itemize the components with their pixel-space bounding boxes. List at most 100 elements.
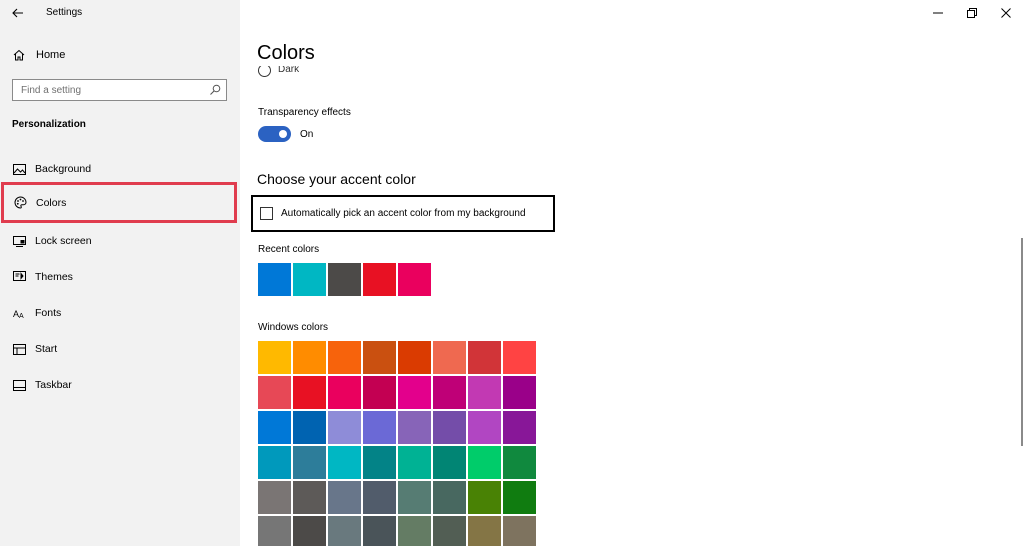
accent-heading: Choose your accent color <box>257 171 416 187</box>
transparency-toggle[interactable] <box>258 126 291 142</box>
sidebar: Settings Home Personalization Background <box>0 0 240 546</box>
color-swatch[interactable] <box>293 376 326 409</box>
dark-radio[interactable] <box>258 66 271 77</box>
color-swatch[interactable] <box>468 411 501 444</box>
sidebar-item-label: Fonts <box>35 307 62 319</box>
color-swatch[interactable] <box>293 411 326 444</box>
color-swatch[interactable] <box>398 481 431 514</box>
back-arrow-icon <box>12 8 23 18</box>
color-swatch[interactable] <box>258 481 291 514</box>
color-swatch[interactable] <box>293 446 326 479</box>
color-swatch[interactable] <box>433 446 466 479</box>
transparency-label: Transparency effects <box>258 107 351 118</box>
color-swatch[interactable] <box>293 481 326 514</box>
sidebar-item-lock-screen[interactable]: Lock screen <box>0 224 240 258</box>
color-swatch[interactable] <box>468 341 501 374</box>
palette-icon <box>13 196 27 210</box>
color-swatch[interactable] <box>398 411 431 444</box>
color-swatch[interactable] <box>258 411 291 444</box>
color-swatch[interactable] <box>258 263 291 296</box>
scrollbar[interactable] <box>1021 238 1023 446</box>
sidebar-item-fonts[interactable]: AA Fonts <box>0 296 240 330</box>
sidebar-item-background[interactable]: Background <box>0 152 240 186</box>
color-swatch[interactable] <box>328 411 361 444</box>
transparency-toggle-row: On <box>258 126 313 142</box>
section-heading: Personalization <box>12 119 86 130</box>
windows-colors-label: Windows colors <box>258 322 329 333</box>
color-swatch[interactable] <box>363 376 396 409</box>
color-swatch[interactable] <box>433 341 466 374</box>
sidebar-item-taskbar[interactable]: Taskbar <box>0 368 240 402</box>
color-swatch[interactable] <box>293 516 326 546</box>
titlebar-left: Settings <box>0 0 240 26</box>
color-swatch[interactable] <box>503 341 536 374</box>
picture-icon <box>12 162 26 176</box>
recent-colors-label: Recent colors <box>258 244 320 255</box>
start-icon <box>12 342 26 356</box>
color-swatch[interactable] <box>328 516 361 546</box>
color-swatch[interactable] <box>328 341 361 374</box>
settings-window: Settings Home Personalization Background <box>0 0 1024 546</box>
color-swatch[interactable] <box>363 263 396 296</box>
color-swatch[interactable] <box>503 411 536 444</box>
main-content: Colors Dark Transparency effects On Choo… <box>240 0 1024 546</box>
color-swatch[interactable] <box>398 341 431 374</box>
page-title: Colors <box>257 42 315 64</box>
color-swatch[interactable] <box>503 481 536 514</box>
sidebar-item-label: Themes <box>35 271 73 283</box>
color-swatch[interactable] <box>363 341 396 374</box>
color-swatch[interactable] <box>328 263 361 296</box>
color-swatch[interactable] <box>293 263 326 296</box>
home-icon <box>12 48 26 62</box>
color-swatch[interactable] <box>363 446 396 479</box>
color-swatch[interactable] <box>258 446 291 479</box>
color-swatch[interactable] <box>363 411 396 444</box>
color-swatch[interactable] <box>433 481 466 514</box>
color-swatch[interactable] <box>398 376 431 409</box>
mode-option-dark[interactable]: Dark <box>258 66 299 80</box>
sidebar-item-home[interactable]: Home <box>0 44 240 66</box>
auto-pick-accent-option[interactable]: Automatically pick an accent color from … <box>251 195 555 232</box>
color-swatch[interactable] <box>328 446 361 479</box>
dark-radio-label: Dark <box>278 66 300 75</box>
color-swatch[interactable] <box>433 411 466 444</box>
color-swatch[interactable] <box>503 446 536 479</box>
color-swatch[interactable] <box>293 341 326 374</box>
color-swatch[interactable] <box>258 516 291 546</box>
search-input[interactable] <box>13 80 203 101</box>
color-swatch[interactable] <box>363 516 396 546</box>
themes-icon <box>12 270 26 284</box>
sidebar-item-label: Taskbar <box>35 379 72 391</box>
taskbar-icon <box>12 378 26 392</box>
color-swatch[interactable] <box>468 376 501 409</box>
sidebar-item-themes[interactable]: Themes <box>0 260 240 294</box>
color-swatch[interactable] <box>398 516 431 546</box>
toggle-knob <box>279 130 287 138</box>
color-swatch[interactable] <box>398 263 431 296</box>
color-swatch[interactable] <box>328 376 361 409</box>
color-swatch[interactable] <box>503 376 536 409</box>
color-swatch[interactable] <box>363 481 396 514</box>
color-swatch[interactable] <box>258 376 291 409</box>
auto-pick-checkbox[interactable] <box>260 207 273 220</box>
color-swatch[interactable] <box>468 446 501 479</box>
color-swatch[interactable] <box>328 481 361 514</box>
color-swatch[interactable] <box>433 516 466 546</box>
search-icon[interactable] <box>209 84 221 96</box>
color-swatch[interactable] <box>398 446 431 479</box>
sidebar-item-colors[interactable]: Colors <box>1 182 237 223</box>
search-box <box>12 79 227 101</box>
sidebar-item-label: Start <box>35 343 58 355</box>
sidebar-item-start[interactable]: Start <box>0 332 240 366</box>
color-swatch[interactable] <box>258 341 291 374</box>
toggle-state-label: On <box>300 128 314 140</box>
color-swatch[interactable] <box>503 516 536 546</box>
color-swatch[interactable] <box>468 481 501 514</box>
auto-pick-label: Automatically pick an accent color from … <box>281 208 526 219</box>
sidebar-item-label: Lock screen <box>35 235 92 247</box>
back-button[interactable] <box>8 3 28 23</box>
sidebar-item-label: Background <box>35 163 92 175</box>
color-swatch[interactable] <box>433 376 466 409</box>
color-swatch[interactable] <box>468 516 501 546</box>
svg-text:A: A <box>19 313 24 319</box>
